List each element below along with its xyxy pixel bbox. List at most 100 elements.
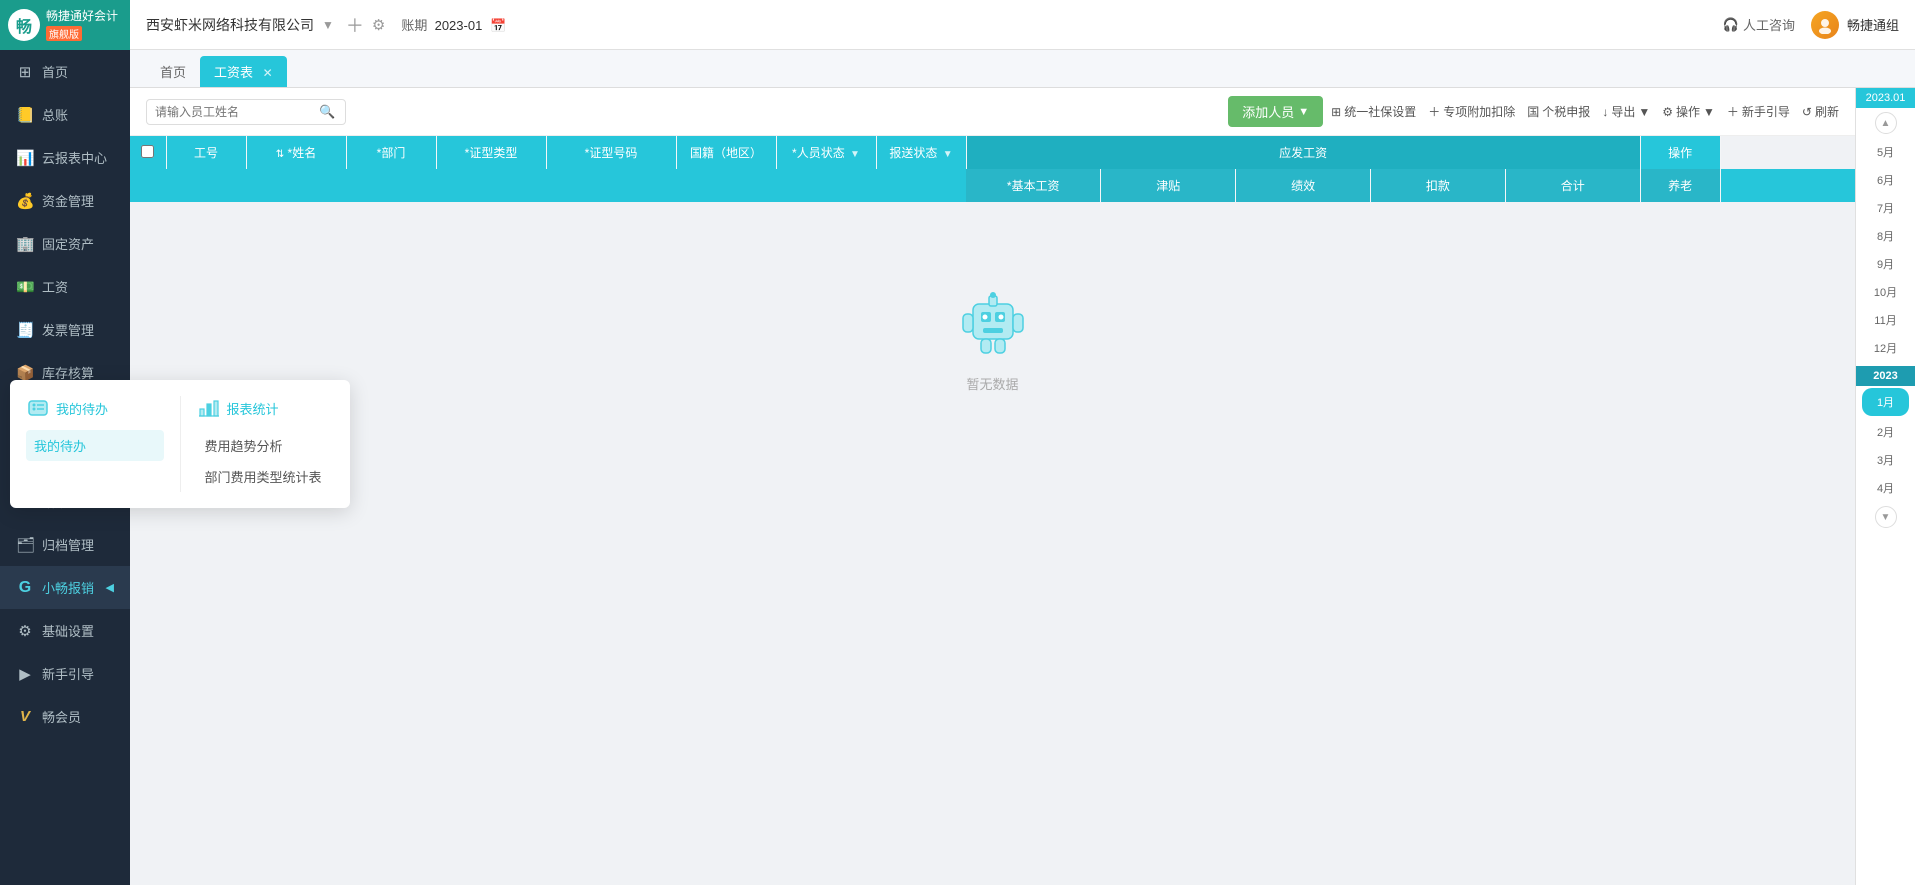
empty-row: 暂无数据 [130, 202, 1855, 473]
th-name: ⇅ *姓名 [246, 136, 346, 169]
home-icon: ⊞ [16, 63, 34, 81]
logo-icon: 畅 [8, 9, 40, 41]
sidebar-item-assets[interactable]: 🏢 固定资产 [0, 222, 130, 265]
timeline-month-7[interactable]: 7月 [1856, 194, 1915, 222]
popup-divider [180, 396, 181, 492]
sidebar-item-archive[interactable]: 🗂 归档管理 [0, 523, 130, 566]
sidebar-item-invoice[interactable]: 🧾 发票管理 [0, 308, 130, 351]
timeline-month-5[interactable]: 5月 [1856, 138, 1915, 166]
sidebar-item-label: 发票管理 [42, 320, 94, 339]
guide-action[interactable]: ＋ 新手引导 [1727, 103, 1790, 120]
sidebar-item-reports[interactable]: 📊 云报表中心 [0, 136, 130, 179]
export-action[interactable]: ↓ 导出 ▼ [1602, 103, 1650, 120]
tab-home[interactable]: 首页 [146, 56, 200, 87]
xiaochang-popup-menu: 我的待办 我的待办 报表统计 费用趋势分析 部门费用类型统计表 [10, 380, 350, 508]
refresh-action[interactable]: ↺ 刷新 [1802, 103, 1839, 120]
th-report-status: 报送状态 ▼ [876, 136, 966, 169]
report-filter-icon[interactable]: ▼ [943, 149, 953, 160]
status-filter-icon[interactable]: ▼ [850, 149, 860, 160]
th-base-salary: *基本工资 [966, 169, 1101, 202]
th-performance: 绩效 [1236, 169, 1371, 202]
headset-icon: 🎧 [1723, 17, 1739, 33]
deduction-icon: ＋ [1428, 103, 1440, 120]
add-person-button[interactable]: 添加人员 ▼ [1228, 96, 1323, 127]
timeline-month-3[interactable]: 3月 [1856, 446, 1915, 474]
logo-title: 畅捷通好会计 [46, 9, 118, 25]
timeline-up-button[interactable]: ▲ [1875, 112, 1897, 134]
tab-salary[interactable]: 工资表 ✕ [200, 56, 287, 87]
popup-todo-icon [26, 396, 50, 420]
sidebar-item-label: 工资 [42, 277, 68, 296]
timeline-year-2023: 2023 [1856, 366, 1915, 386]
settings-icon[interactable]: ⚙ [372, 16, 385, 34]
search-icon[interactable]: 🔍 [319, 104, 335, 120]
collapse-icon: ◀ [106, 581, 114, 594]
user-menu[interactable]: 畅捷通组 [1811, 11, 1899, 39]
popup-col-2: 报表统计 费用趋势分析 部门费用类型统计表 [197, 396, 335, 492]
deduction-label: 专项附加扣除 [1443, 103, 1515, 120]
timeline-month-11[interactable]: 11月 [1856, 306, 1915, 334]
popup-item-dept-cost[interactable]: 部门费用类型统计表 [197, 461, 335, 492]
sidebar-item-salary[interactable]: 💵 工资 [0, 265, 130, 308]
sidebar-item-label: 小畅报销 [42, 578, 94, 597]
timeline-month-6[interactable]: 6月 [1856, 166, 1915, 194]
add-person-label: 添加人员 [1242, 102, 1294, 121]
company-dropdown-icon[interactable]: ▼ [322, 18, 334, 32]
guide-label: 新手引导 [1742, 103, 1790, 120]
popup-item-my-todo[interactable]: 我的待办 [26, 430, 164, 461]
empty-robot-illustration [953, 282, 1033, 362]
sort-icon: ⇅ [276, 149, 284, 160]
sidebar-item-xiaochang[interactable]: G 小畅报销 ◀ [0, 566, 130, 609]
timeline-month-10[interactable]: 10月 [1856, 278, 1915, 306]
sidebar-item-funds[interactable]: 💰 资金管理 [0, 179, 130, 222]
timeline-month-8[interactable]: 8月 [1856, 222, 1915, 250]
operations-label: 操作 [1676, 103, 1700, 120]
timeline-down-button[interactable]: ▼ [1875, 506, 1897, 528]
sidebar-item-label: 归档管理 [42, 535, 94, 554]
sidebar-item-member[interactable]: V 畅会员 [0, 695, 130, 738]
content-wrapper: 🔍 添加人员 ▼ ⊞ 统一社保设置 ＋ 专项附加扣除 国 [130, 88, 1915, 885]
topbar: 西安虾米网络科技有限公司 ▼ ＋ ⚙ 账期 2023-01 📅 🎧 人工咨询 畅… [130, 0, 1915, 50]
sidebar-item-home[interactable]: ⊞ 首页 [0, 50, 130, 93]
timeline-month-1-active[interactable]: 1月 [1862, 388, 1909, 416]
sidebar-item-label: 总账 [42, 105, 68, 124]
th-salary-group: 应发工资 [966, 136, 1640, 169]
invoice-icon: 🧾 [16, 321, 34, 339]
timeline-month-2[interactable]: 2月 [1856, 418, 1915, 446]
deduction-action[interactable]: ＋ 专项附加扣除 [1428, 103, 1515, 120]
sidebar-item-ledger[interactable]: 📒 总账 [0, 93, 130, 136]
inventory-icon: 📦 [16, 364, 34, 382]
tax-report-action[interactable]: 国 个税申报 [1527, 103, 1590, 120]
archive-icon: 🗂 [16, 536, 34, 554]
logo-text-block: 畅捷通好会计 旗舰版 [46, 9, 118, 42]
th-checkbox[interactable] [130, 136, 166, 169]
th-dept: *部门 [346, 136, 436, 169]
calendar-icon[interactable]: 📅 [490, 18, 506, 33]
select-all-checkbox[interactable] [141, 145, 154, 158]
sidebar-item-guide[interactable]: ▶ 新手引导 [0, 652, 130, 695]
toolbar: 🔍 添加人员 ▼ ⊞ 统一社保设置 ＋ 专项附加扣除 国 [130, 88, 1855, 136]
operations-dropdown-icon: ▼ [1703, 105, 1715, 119]
tab-home-label: 首页 [160, 65, 186, 80]
timeline-month-12[interactable]: 12月 [1856, 334, 1915, 362]
export-label: 导出 [1611, 103, 1635, 120]
th-spacer [130, 169, 966, 202]
sidebar-item-basic[interactable]: ⚙ 基础设置 [0, 609, 130, 652]
main-area: 西安虾米网络科技有限公司 ▼ ＋ ⚙ 账期 2023-01 📅 🎧 人工咨询 畅… [130, 0, 1915, 885]
social-insurance-action[interactable]: ⊞ 统一社保设置 [1331, 103, 1416, 120]
export-dropdown-icon: ▼ [1638, 105, 1650, 119]
search-box[interactable]: 🔍 [146, 99, 346, 125]
period-label: 账期 2023-01 📅 [401, 15, 506, 34]
timeline-month-4[interactable]: 4月 [1856, 474, 1915, 502]
timeline-month-9[interactable]: 9月 [1856, 250, 1915, 278]
sidebar-item-label: 基础设置 [42, 621, 94, 640]
add-company-icon[interactable]: ＋ [346, 12, 364, 38]
popup-section2-title: 报表统计 [227, 399, 279, 418]
tab-close-icon[interactable]: ✕ [263, 66, 273, 80]
operations-action[interactable]: ⚙ 操作 ▼ [1662, 103, 1715, 120]
popup-item-cost-trend[interactable]: 费用趋势分析 [197, 430, 335, 461]
service-button[interactable]: 🎧 人工咨询 [1723, 15, 1795, 34]
search-input[interactable] [155, 105, 315, 119]
sidebar-item-label: 固定资产 [42, 234, 94, 253]
th-allowance: 津贴 [1101, 169, 1236, 202]
